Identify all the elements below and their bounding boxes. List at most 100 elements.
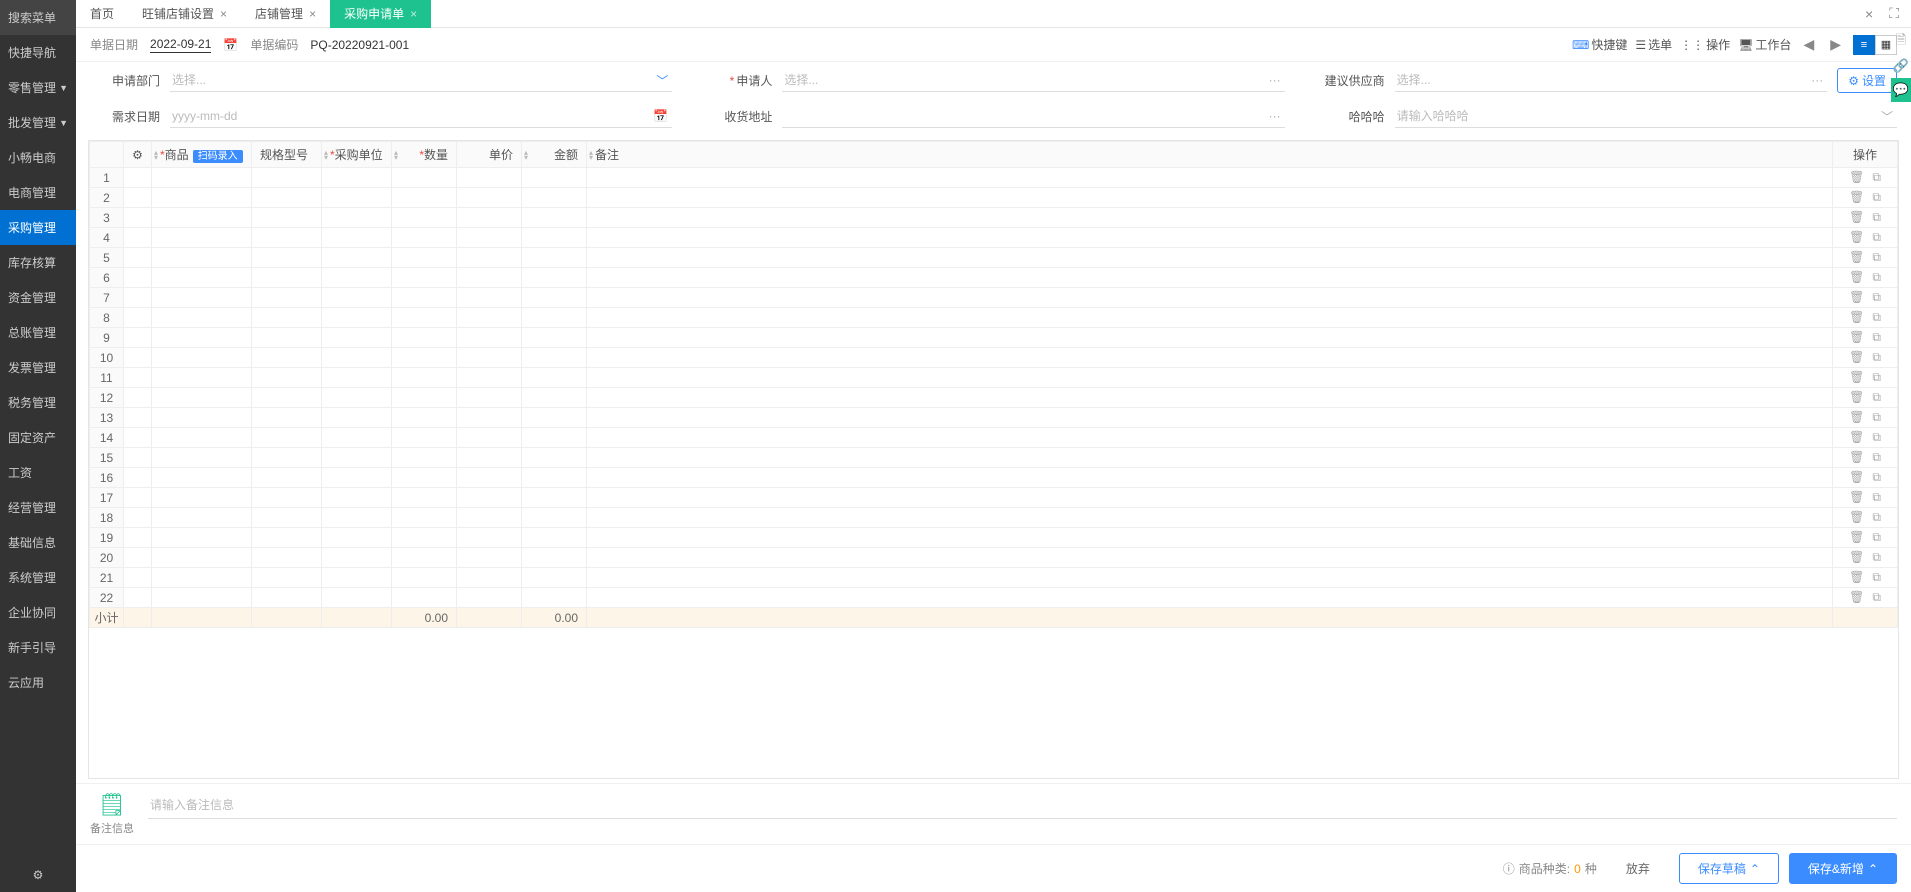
cell-spec[interactable] — [252, 308, 322, 328]
cell-product[interactable] — [152, 328, 252, 348]
save-new-button[interactable]: 保存&新增⌃ — [1789, 853, 1897, 884]
cell-amount[interactable] — [522, 268, 587, 288]
cell-unit[interactable] — [322, 308, 392, 328]
cell-unit[interactable] — [322, 368, 392, 388]
cell-amount[interactable] — [522, 468, 587, 488]
sidebar-item-11[interactable]: 税务管理 — [0, 385, 76, 420]
cell-amount[interactable] — [522, 288, 587, 308]
cell-remark[interactable] — [587, 448, 1833, 468]
cell-qty[interactable] — [392, 268, 457, 288]
delete-icon[interactable]: 🗑 — [1849, 410, 1864, 425]
cell-product[interactable] — [152, 268, 252, 288]
cell-remark[interactable] — [587, 188, 1833, 208]
tab-0[interactable]: 首页 — [76, 0, 128, 28]
cell-gear[interactable] — [124, 388, 152, 408]
cell-gear[interactable] — [124, 348, 152, 368]
sidebar-item-18[interactable]: 新手引导 — [0, 630, 76, 665]
cell-price[interactable] — [457, 448, 522, 468]
close-icon[interactable]: × — [309, 7, 316, 21]
cell-gear[interactable] — [124, 588, 152, 608]
cell-amount[interactable] — [522, 188, 587, 208]
sidebar-item-9[interactable]: 总账管理 — [0, 315, 76, 350]
cell-amount[interactable] — [522, 348, 587, 368]
cell-spec[interactable] — [252, 188, 322, 208]
cell-spec[interactable] — [252, 588, 322, 608]
sidebar-item-13[interactable]: 工资 — [0, 455, 76, 490]
view-list-button[interactable]: ≡ — [1853, 35, 1875, 55]
cell-remark[interactable] — [587, 508, 1833, 528]
cell-product[interactable] — [152, 568, 252, 588]
cell-spec[interactable] — [252, 288, 322, 308]
more-icon[interactable]: ··· — [1265, 109, 1285, 123]
cell-remark[interactable] — [587, 568, 1833, 588]
cell-amount[interactable] — [522, 388, 587, 408]
sidebar-item-1[interactable]: 快捷导航 — [0, 35, 76, 70]
cell-qty[interactable] — [392, 468, 457, 488]
cell-qty[interactable] — [392, 348, 457, 368]
cell-product[interactable] — [152, 188, 252, 208]
copy-icon[interactable]: ⧉ — [1872, 310, 1881, 325]
delete-icon[interactable]: 🗑 — [1849, 270, 1864, 285]
cell-gear[interactable] — [124, 508, 152, 528]
cell-gear[interactable] — [124, 208, 152, 228]
cell-product[interactable] — [152, 208, 252, 228]
cell-remark[interactable] — [587, 208, 1833, 228]
cell-gear[interactable] — [124, 548, 152, 568]
address-input[interactable] — [782, 105, 1264, 127]
cell-spec[interactable] — [252, 488, 322, 508]
shortcut-link[interactable]: ⌨快捷键 — [1572, 36, 1627, 53]
cell-price[interactable] — [457, 208, 522, 228]
copy-icon[interactable]: ⧉ — [1872, 510, 1881, 525]
cell-qty[interactable] — [392, 448, 457, 468]
cell-qty[interactable] — [392, 388, 457, 408]
cell-spec[interactable] — [252, 348, 322, 368]
copy-icon[interactable]: ⧉ — [1872, 410, 1881, 425]
cell-price[interactable] — [457, 288, 522, 308]
cell-amount[interactable] — [522, 368, 587, 388]
cell-price[interactable] — [457, 588, 522, 608]
chevron-down-icon[interactable]: ﹀ — [1877, 108, 1897, 125]
cell-spec[interactable] — [252, 208, 322, 228]
cell-price[interactable] — [457, 528, 522, 548]
cell-spec[interactable] — [252, 568, 322, 588]
cell-product[interactable] — [152, 488, 252, 508]
delete-icon[interactable]: 🗑 — [1849, 310, 1864, 325]
cell-product[interactable] — [152, 468, 252, 488]
copy-icon[interactable]: ⧉ — [1872, 210, 1881, 225]
cell-amount[interactable] — [522, 448, 587, 468]
table-row[interactable]: 6🗑⧉ — [90, 268, 1898, 288]
cell-product[interactable] — [152, 368, 252, 388]
more-icon[interactable]: ··· — [1265, 73, 1285, 87]
cell-product[interactable] — [152, 288, 252, 308]
cell-price[interactable] — [457, 568, 522, 588]
sidebar-item-5[interactable]: 电商管理 — [0, 175, 76, 210]
save-draft-button[interactable]: 保存草稿⌃ — [1679, 853, 1779, 884]
table-row[interactable]: 22🗑⧉ — [90, 588, 1898, 608]
cell-gear[interactable] — [124, 568, 152, 588]
cell-gear[interactable] — [124, 288, 152, 308]
cell-unit[interactable] — [322, 468, 392, 488]
cell-spec[interactable] — [252, 448, 322, 468]
cell-price[interactable] — [457, 368, 522, 388]
cell-unit[interactable] — [322, 288, 392, 308]
cell-remark[interactable] — [587, 468, 1833, 488]
table-row[interactable]: 12🗑⧉ — [90, 388, 1898, 408]
sidebar-item-0[interactable]: 搜索菜单 — [0, 0, 76, 35]
cell-product[interactable] — [152, 308, 252, 328]
close-icon[interactable]: × — [410, 7, 417, 21]
copy-icon[interactable]: ⧉ — [1872, 370, 1881, 385]
cell-remark[interactable] — [587, 528, 1833, 548]
table-row[interactable]: 2🗑⧉ — [90, 188, 1898, 208]
cell-amount[interactable] — [522, 248, 587, 268]
cell-qty[interactable] — [392, 528, 457, 548]
cell-spec[interactable] — [252, 168, 322, 188]
col-qty[interactable]: ▴▾*数量 — [392, 142, 457, 168]
cell-remark[interactable] — [587, 428, 1833, 448]
cell-product[interactable] — [152, 168, 252, 188]
cell-unit[interactable] — [322, 248, 392, 268]
cell-price[interactable] — [457, 248, 522, 268]
table-row[interactable]: 3🗑⧉ — [90, 208, 1898, 228]
cell-qty[interactable] — [392, 328, 457, 348]
copy-icon[interactable]: ⧉ — [1872, 270, 1881, 285]
delete-icon[interactable]: 🗑 — [1849, 170, 1864, 185]
